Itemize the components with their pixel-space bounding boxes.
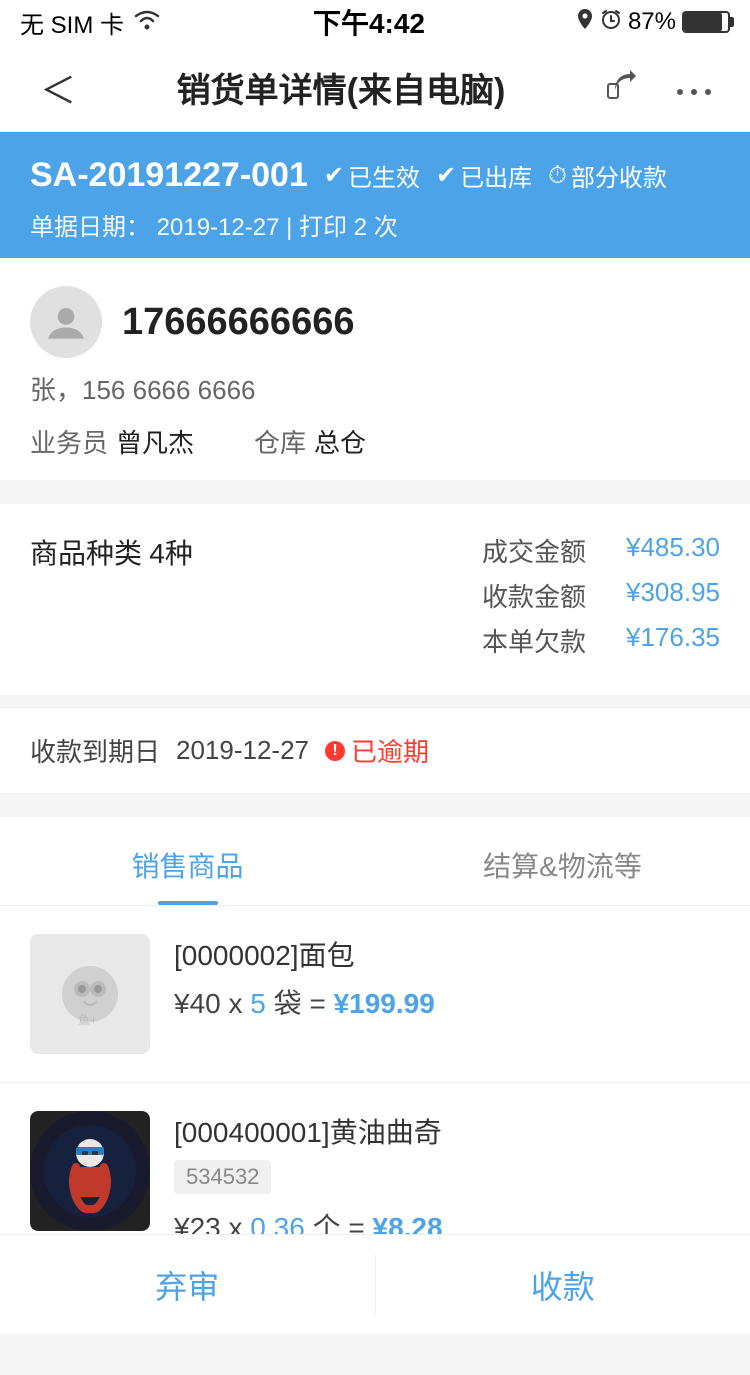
- nav-actions: [596, 58, 720, 117]
- status-right: 87%: [576, 8, 730, 37]
- tab-sales-products[interactable]: 销售商品: [0, 817, 375, 905]
- stats-section: 商品种类 4种 成交金额 ¥485.30 收款金额 ¥308.95 本单欠款 ¥…: [0, 504, 750, 695]
- product-thumbnail-2: [30, 1111, 150, 1231]
- product-info-2: [000400001]黄油曲奇 534532 ¥23 x 0.36 个 = ¥8…: [174, 1111, 720, 1246]
- alarm-icon: [600, 8, 622, 37]
- tag-effective: ✔ 已生效: [324, 158, 420, 193]
- overdue-icon: !: [325, 741, 345, 761]
- order-header-banner: SA-20191227-001 ✔ 已生效 ✔ 已出库 ⏱ 部分收款 单据日期：…: [0, 132, 750, 258]
- status-left: 无 SIM 卡: [20, 5, 162, 40]
- overdue-label: 已逾期: [351, 732, 429, 769]
- overdue-badge: ! 已逾期: [325, 732, 429, 769]
- battery-icon: [682, 11, 730, 33]
- tabs-header: 销售商品 结算&物流等: [0, 817, 750, 906]
- svg-text:鱼+: 鱼+: [78, 1013, 97, 1027]
- debt-row: 本单欠款 ¥176.35: [482, 622, 720, 659]
- order-id: SA-20191227-001: [30, 156, 308, 195]
- product-item: 鱼+ [0000002]面包 ¥40 x 5 袋 = ¥199.99: [0, 906, 750, 1083]
- confirm-button[interactable]: 收款: [376, 1235, 750, 1334]
- order-date-line: 单据日期： 2019-12-27 | 打印 2 次: [30, 207, 720, 242]
- divider-2: [0, 793, 750, 805]
- carrier-text: 无 SIM 卡: [20, 5, 124, 40]
- financial-stats: 成交金额 ¥485.30 收款金额 ¥308.95 本单欠款 ¥176.35: [482, 532, 720, 667]
- cancel-button[interactable]: 弃审: [0, 1235, 375, 1334]
- due-section: 收款到期日 2019-12-27 ! 已逾期: [0, 707, 750, 793]
- back-button[interactable]: ＜: [30, 52, 86, 124]
- tag-shipped: ✔ 已出库: [436, 158, 532, 193]
- due-date: 2019-12-27: [176, 735, 309, 766]
- more-button[interactable]: [668, 64, 720, 112]
- tab-settlement[interactable]: 结算&物流等: [375, 817, 750, 905]
- share-button[interactable]: [596, 58, 648, 117]
- sales-info: 业务员 曾凡杰: [30, 423, 194, 460]
- tabs-section: 销售商品 结算&物流等 鱼+: [0, 817, 750, 1275]
- product-name-1: [0000002]面包: [174, 934, 720, 974]
- bottom-bar: 弃审 收款: [0, 1234, 750, 1334]
- nav-bar: ＜ 销货单详情(来自电脑): [0, 44, 750, 132]
- status-time: 下午4:42: [313, 2, 425, 42]
- page-title: 销货单详情(来自电脑): [177, 63, 506, 112]
- battery-text: 87%: [628, 8, 676, 36]
- order-tags: ✔ 已生效 ✔ 已出库 ⏱ 部分收款: [324, 158, 667, 193]
- avatar: [30, 286, 102, 358]
- status-bar: 无 SIM 卡 下午4:42 87%: [0, 0, 750, 44]
- warehouse-info: 仓库 总仓: [254, 423, 366, 460]
- divider-1: [0, 492, 750, 504]
- product-name-2: [000400001]黄油曲奇: [174, 1111, 720, 1151]
- wifi-icon: [132, 8, 162, 37]
- received-row: 收款金额 ¥308.95: [482, 577, 720, 614]
- customer-id: 17666666666: [122, 301, 354, 344]
- amount-row: 成交金额 ¥485.30: [482, 532, 720, 569]
- customer-sub-info: 张，156 6666 6666: [30, 370, 720, 407]
- customer-section: 17666666666 张，156 6666 6666 业务员 曾凡杰 仓库 总…: [0, 258, 750, 480]
- location-icon: [576, 8, 594, 37]
- product-info-1: [0000002]面包 ¥40 x 5 袋 = ¥199.99: [174, 934, 720, 1022]
- product-list: 鱼+ [0000002]面包 ¥40 x 5 袋 = ¥199.99: [0, 906, 750, 1275]
- product-badge-2: 534532: [174, 1160, 271, 1194]
- due-label: 收款到期日: [30, 732, 160, 769]
- product-thumbnail-1: 鱼+: [30, 934, 150, 1054]
- tag-partial-payment: ⏱ 部分收款: [548, 158, 667, 193]
- product-price-1: ¥40 x 5 袋 = ¥199.99: [174, 982, 720, 1022]
- customer-meta: 业务员 曾凡杰 仓库 总仓: [30, 423, 720, 460]
- product-type-count: 商品种类 4种: [30, 532, 193, 572]
